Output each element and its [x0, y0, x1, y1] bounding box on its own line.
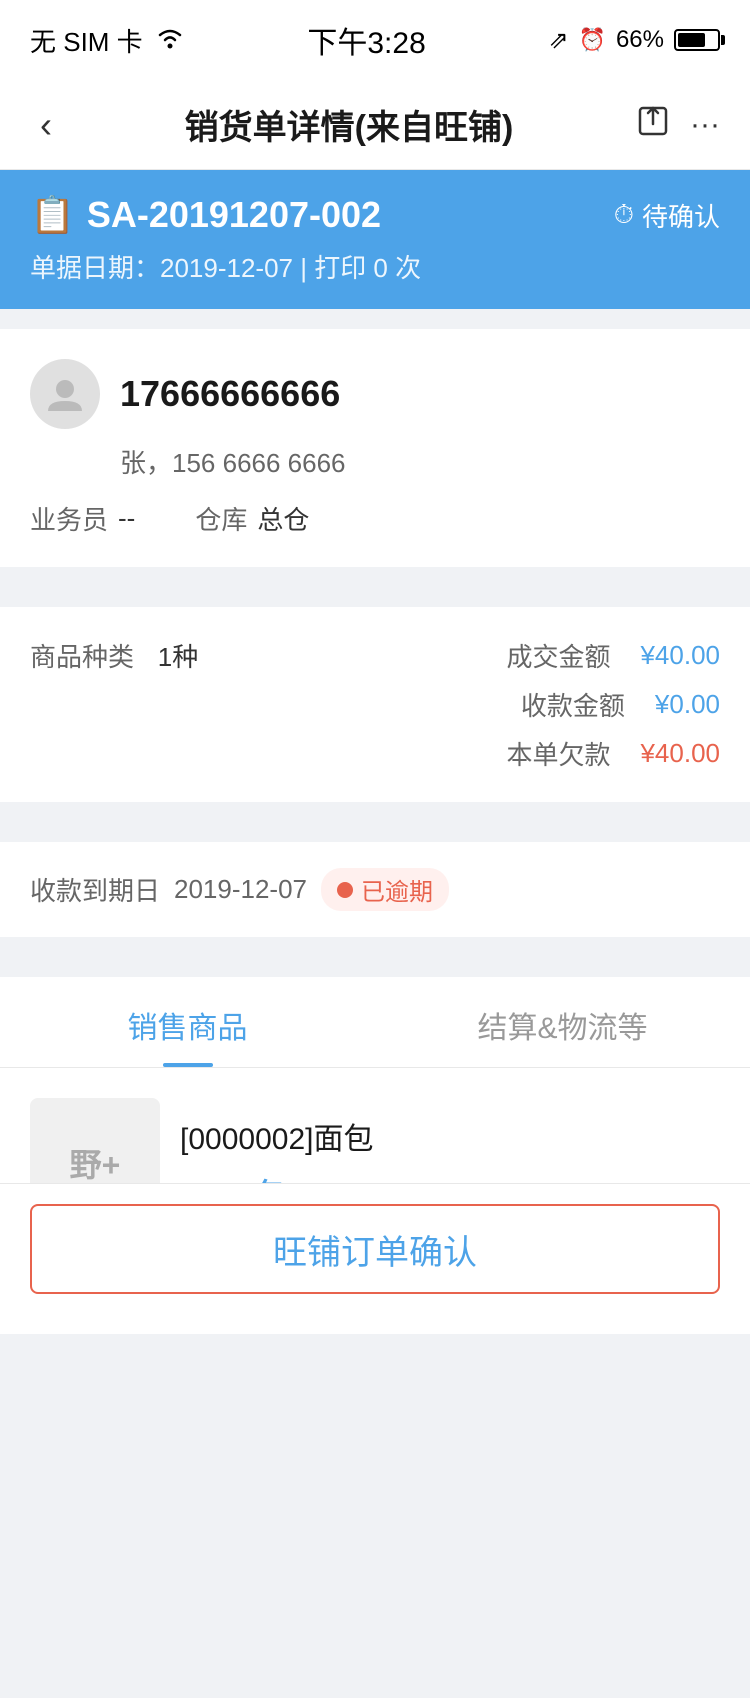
salesperson-value: -- [118, 503, 135, 534]
more-button[interactable]: ··· [690, 108, 720, 142]
customer-sub-info: 张，156 6666 6666 [30, 443, 720, 480]
goods-type-label: 商品种类 [30, 642, 134, 672]
order-status-text: 待确认 [642, 197, 720, 234]
battery-icon [674, 29, 720, 51]
back-button[interactable]: ‹ [30, 94, 62, 156]
received-value: ¥0.00 [655, 689, 720, 720]
order-icon: 📋 [30, 194, 75, 236]
warehouse-value: 总仓 [257, 500, 309, 537]
header-top-row: 📋 SA-20191207-002 ⏱ 待确认 [30, 194, 720, 236]
received-row: 收款金额 ¥0.00 [521, 686, 720, 723]
stats-section: 商品种类 1种 成交金额 ¥40.00 收款金额 ¥0.00 本单欠款 ¥40.… [0, 607, 750, 802]
overdue-text: 已逾期 [361, 872, 433, 907]
tabs-header: 销售商品 结算&物流等 [0, 977, 750, 1068]
goods-type-row: 商品种类 1种 [30, 637, 198, 674]
tab-settlement[interactable]: 结算&物流等 [375, 977, 750, 1067]
carrier-text: 无 SIM 卡 [30, 22, 143, 59]
status-bar: 无 SIM 卡 下午3:28 ⇗ ⏰ 66% [0, 0, 750, 80]
order-status-badge: ⏱ 待确认 [614, 197, 720, 234]
bottom-spacer [0, 1538, 750, 1698]
share-button[interactable] [636, 104, 670, 146]
stats-left: 商品种类 1种 [30, 637, 198, 674]
owed-value: ¥40.00 [640, 738, 720, 769]
confirm-button-label: 旺铺订单确认 [273, 1225, 477, 1274]
nav-bar: ‹ 销货单详情(来自旺铺) ··· [0, 80, 750, 170]
due-date-value: 2019-12-07 [174, 874, 307, 905]
bottom-button-area: 旺铺订单确认 [0, 1183, 750, 1334]
customer-section: 17666666666 张，156 6666 6666 业务员 -- 仓库 总仓 [0, 329, 750, 567]
warehouse-item: 仓库 总仓 [195, 500, 309, 537]
transaction-row: 成交金额 ¥40.00 [506, 637, 720, 674]
salesperson-item: 业务员 -- [30, 500, 135, 537]
divider-1 [0, 567, 750, 587]
customer-row: 17666666666 [30, 359, 720, 429]
salesperson-label: 业务员 [30, 500, 108, 537]
customer-phone: 17666666666 [120, 373, 340, 415]
location-icon: ⇗ [548, 26, 568, 55]
order-id: 📋 SA-20191207-002 [30, 194, 381, 236]
avatar [30, 359, 100, 429]
stats-right: 成交金额 ¥40.00 收款金额 ¥0.00 本单欠款 ¥40.00 [506, 637, 720, 772]
divider-2 [0, 802, 750, 822]
meta-row: 业务员 -- 仓库 总仓 [30, 500, 720, 537]
nav-actions: ··· [636, 104, 720, 146]
goods-type-value: 1种 [158, 642, 198, 672]
overdue-dot-icon [337, 882, 353, 898]
transaction-value: ¥40.00 [640, 640, 720, 671]
status-right: ⇗ ⏰ 66% [548, 26, 720, 55]
confirm-order-button[interactable]: 旺铺订单确认 [30, 1204, 720, 1294]
transaction-label: 成交金额 [506, 637, 610, 674]
status-time: 下午3:28 [307, 18, 425, 62]
product-logo: 野+ [70, 1140, 121, 1186]
tab-sales-goods[interactable]: 销售商品 [0, 977, 375, 1067]
product-name: [0000002]面包 [180, 1114, 720, 1158]
received-label: 收款金额 [521, 686, 625, 723]
overdue-badge: 已逾期 [321, 868, 449, 911]
alarm-icon: ⏰ [579, 27, 606, 53]
clock-icon: ⏱ [614, 199, 634, 231]
status-left: 无 SIM 卡 [30, 22, 185, 59]
owed-label: 本单欠款 [506, 735, 610, 772]
order-date: 单据日期：2019-12-07 | 打印 0 次 [30, 248, 720, 285]
divider-3 [0, 937, 750, 957]
due-section: 收款到期日 2019-12-07 已逾期 [0, 842, 750, 937]
warehouse-label: 仓库 [195, 500, 247, 537]
order-header: 📋 SA-20191207-002 ⏱ 待确认 单据日期：2019-12-07 … [0, 170, 750, 309]
wifi-icon [155, 25, 185, 56]
due-date-label: 收款到期日 [30, 871, 160, 908]
owed-row: 本单欠款 ¥40.00 [506, 735, 720, 772]
page-title: 销货单详情(来自旺铺) [185, 100, 514, 149]
battery-percent: 66% [616, 26, 664, 54]
